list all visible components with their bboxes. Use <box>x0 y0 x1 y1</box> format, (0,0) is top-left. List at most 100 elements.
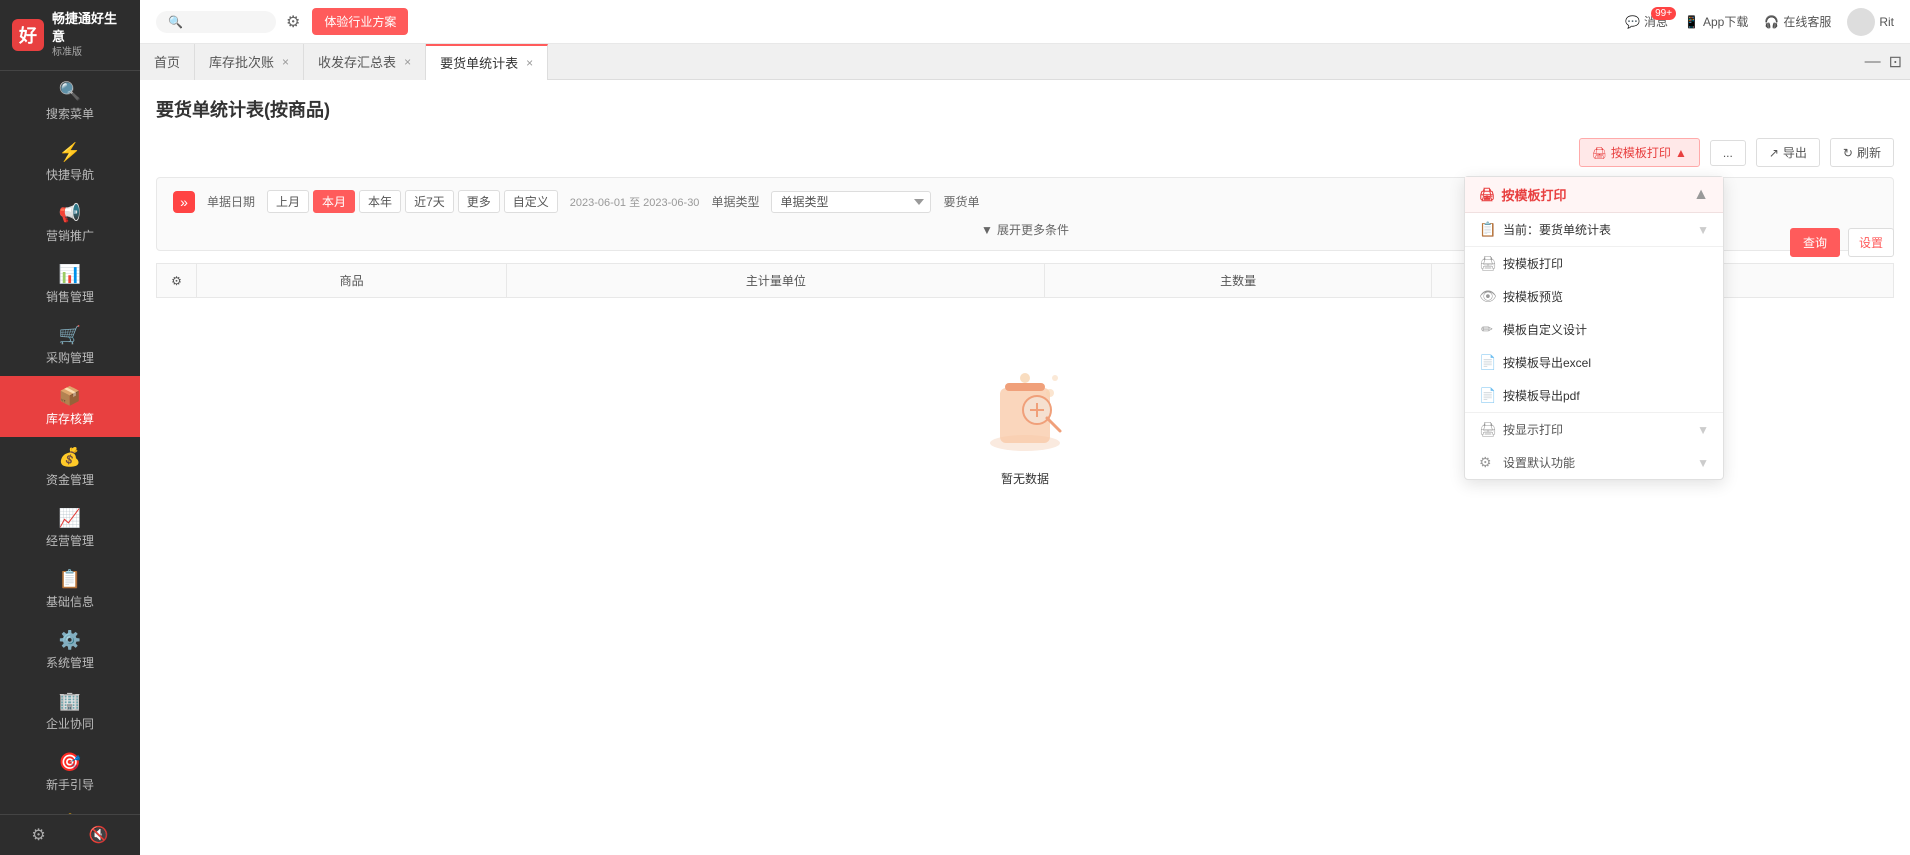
filter-expand-btn[interactable]: » <box>173 191 195 213</box>
tab-label-receipt-summary: 收发存汇总表 <box>318 52 396 71</box>
print-icon: 🖨 <box>1592 146 1607 160</box>
display-print-arrow: ▼ <box>1697 423 1709 437</box>
sidebar-item-quick-nav[interactable]: ⚡ 快捷导航 <box>0 132 140 193</box>
sidebar-item-enterprise[interactable]: 🏢 企业协同 <box>0 681 140 742</box>
export-pdf-icon: 📄 <box>1479 387 1495 404</box>
sidebar-label-system: 系统管理 <box>46 654 94 671</box>
tab-label-home: 首页 <box>154 52 180 71</box>
date-last-7days-btn[interactable]: 近7天 <box>405 190 454 213</box>
template-print-label: 按模板打印 <box>1503 255 1563 272</box>
user-avatar[interactable]: Rit <box>1847 8 1894 36</box>
template-print-icon: 🖨 <box>1479 255 1495 272</box>
sidebar-item-sales[interactable]: 📊 销售管理 <box>0 254 140 315</box>
refresh-icon: ↻ <box>1843 146 1853 160</box>
sidebar-item-marketing[interactable]: 📢 营销推广 <box>0 193 140 254</box>
online-service-btn[interactable]: 🎧 在线客服 <box>1764 13 1831 30</box>
current-template-item[interactable]: 📋 当前：要货单统计表 ▼ <box>1465 213 1723 246</box>
sidebar-item-newbie[interactable]: 🎯 新手引导 <box>0 742 140 803</box>
trial-industry-btn[interactable]: 体验行业方案 <box>312 8 408 35</box>
tab-home[interactable]: 首页 <box>140 44 195 80</box>
sidebar-item-appstore[interactable]: 🔔 应用中心 <box>0 803 140 814</box>
template-print-item[interactable]: 🖨 按模板打印 <box>1465 247 1723 280</box>
sidebar-item-finance[interactable]: 💰 资金管理 <box>0 437 140 498</box>
sidebar-icon-operation: 📈 <box>59 508 81 529</box>
sidebar-item-operation[interactable]: 📈 经营管理 <box>0 498 140 559</box>
service-icon: 🎧 <box>1764 15 1779 29</box>
date-buttons: 上月 本月 本年 近7天 更多 自定义 <box>267 190 558 213</box>
export-excel-icon: 📄 <box>1479 354 1495 371</box>
sidebar-nav: 🔍 搜索菜单 ⚡ 快捷导航 📢 营销推广 📊 销售管理 🛒 采购管理 📦 库存核… <box>0 71 140 814</box>
sidebar-label-search: 搜索菜单 <box>46 105 94 122</box>
export-excel-label: 按模板导出excel <box>1503 354 1591 371</box>
template-design-item[interactable]: ✏ 模板自定义设计 <box>1465 313 1723 346</box>
sidebar-item-purchase[interactable]: 🛒 采购管理 <box>0 315 140 376</box>
online-service-label: 在线客服 <box>1783 13 1831 30</box>
sidebar-icon-quick-nav: ⚡ <box>59 142 81 163</box>
query-btn[interactable]: 查询 <box>1790 228 1840 257</box>
minimize-icon[interactable]: — <box>1865 53 1881 71</box>
logo-icon: 好 <box>12 19 44 51</box>
date-this-month-btn[interactable]: 本月 <box>313 190 355 213</box>
export-btn[interactable]: ↗ 导出 <box>1756 138 1820 167</box>
settings-panel-btn[interactable]: 设置 <box>1848 228 1894 257</box>
app-download-btn[interactable]: 📱 App下载 <box>1684 13 1748 30</box>
tab-label-inventory-batch: 库存批次账 <box>209 52 274 71</box>
refresh-btn[interactable]: ↻ 刷新 <box>1830 138 1894 167</box>
export-label: 导出 <box>1783 144 1807 161</box>
default-func-icon: ⚙ <box>1479 454 1495 471</box>
sidebar-item-inventory[interactable]: 📦 库存核算 <box>0 376 140 437</box>
sidebar-icon-search: 🔍 <box>59 81 81 102</box>
display-print-label: 按显示打印 <box>1503 421 1563 438</box>
main-area: 🔍 ⚙ 体验行业方案 💬 消息 99+ 📱 App下载 🎧 在线客服 Rit <box>140 0 1910 855</box>
maximize-icon[interactable]: ⊡ <box>1889 52 1902 72</box>
speaker-bottom-icon[interactable]: 🔇 <box>89 825 109 845</box>
display-print-item[interactable]: 🖨 按显示打印 ▼ <box>1465 413 1723 446</box>
user-name: Rit <box>1879 15 1894 29</box>
settings-bottom-icon[interactable]: ⚙ <box>31 825 45 845</box>
order-type-select[interactable]: 单据类型 <box>771 191 931 213</box>
avatar-circle <box>1847 8 1875 36</box>
export-excel-item[interactable]: 📄 按模板导出excel <box>1465 346 1723 379</box>
default-func-arrow: ▼ <box>1697 456 1709 470</box>
tab-close-order-stats[interactable]: × <box>526 56 533 70</box>
default-func-item[interactable]: ⚙ 设置默认功能 ▼ <box>1465 446 1723 479</box>
expand-more-icon: ▼ <box>981 223 993 237</box>
sidebar-logo: 好 畅捷通好生意 标准版 <box>0 0 140 71</box>
date-this-year-btn[interactable]: 本年 <box>359 190 401 213</box>
date-range-display: 2023-06-01 至 2023-06-30 <box>570 194 700 210</box>
topbar-right: 💬 消息 99+ 📱 App下载 🎧 在线客服 Rit <box>1625 8 1894 36</box>
sidebar-item-basic[interactable]: 📋 基础信息 <box>0 559 140 620</box>
print-template-btn[interactable]: 🖨 按模板打印 ▲ <box>1579 138 1700 167</box>
export-pdf-item[interactable]: 📄 按模板导出pdf <box>1465 379 1723 412</box>
sidebar-item-search[interactable]: 🔍 搜索菜单 <box>0 71 140 132</box>
date-more-btn[interactable]: 更多 <box>458 190 500 213</box>
col-settings-header[interactable]: ⚙ <box>157 264 197 298</box>
date-prev-month-btn[interactable]: 上月 <box>267 190 309 213</box>
app-download-label: App下载 <box>1703 13 1748 30</box>
messages-badge: 99+ <box>1651 7 1676 20</box>
messages-btn[interactable]: 💬 消息 99+ <box>1625 13 1668 30</box>
template-preview-item[interactable]: 👁 按模板预览 <box>1465 280 1723 313</box>
page-title: 要货单统计表(按商品) <box>156 96 1894 122</box>
template-design-icon: ✏ <box>1479 321 1495 338</box>
sidebar-icon-enterprise: 🏢 <box>59 691 81 712</box>
tab-close-receipt-summary[interactable]: × <box>404 55 411 69</box>
tab-bar-right: — ⊡ <box>1865 52 1910 72</box>
display-print-icon: 🖨 <box>1479 421 1495 438</box>
sidebar-item-system[interactable]: ⚙️ 系统管理 <box>0 620 140 681</box>
topbar-search-box: 🔍 <box>156 11 276 33</box>
print-dropdown-title: 按模板打印 <box>1502 185 1567 204</box>
messages-icon: 💬 <box>1625 15 1640 29</box>
print-chevron-icon: ▲ <box>1675 146 1687 160</box>
default-func-label: 设置默认功能 <box>1503 454 1575 471</box>
topbar-gear-icon[interactable]: ⚙ <box>286 12 300 32</box>
more-options-btn[interactable]: ... <box>1710 140 1746 166</box>
date-custom-btn[interactable]: 自定义 <box>504 190 558 213</box>
col-goods-header: 商品 <box>197 264 507 298</box>
app-icon: 📱 <box>1684 15 1699 29</box>
tab-inventory-batch[interactable]: 库存批次账 × <box>195 44 304 80</box>
tab-receipt-summary[interactable]: 收发存汇总表 × <box>304 44 426 80</box>
print-dropdown-close-icon[interactable]: ▲ <box>1693 186 1709 204</box>
tab-close-inventory-batch[interactable]: × <box>282 55 289 69</box>
tab-order-stats[interactable]: 要货单统计表× <box>426 44 548 80</box>
